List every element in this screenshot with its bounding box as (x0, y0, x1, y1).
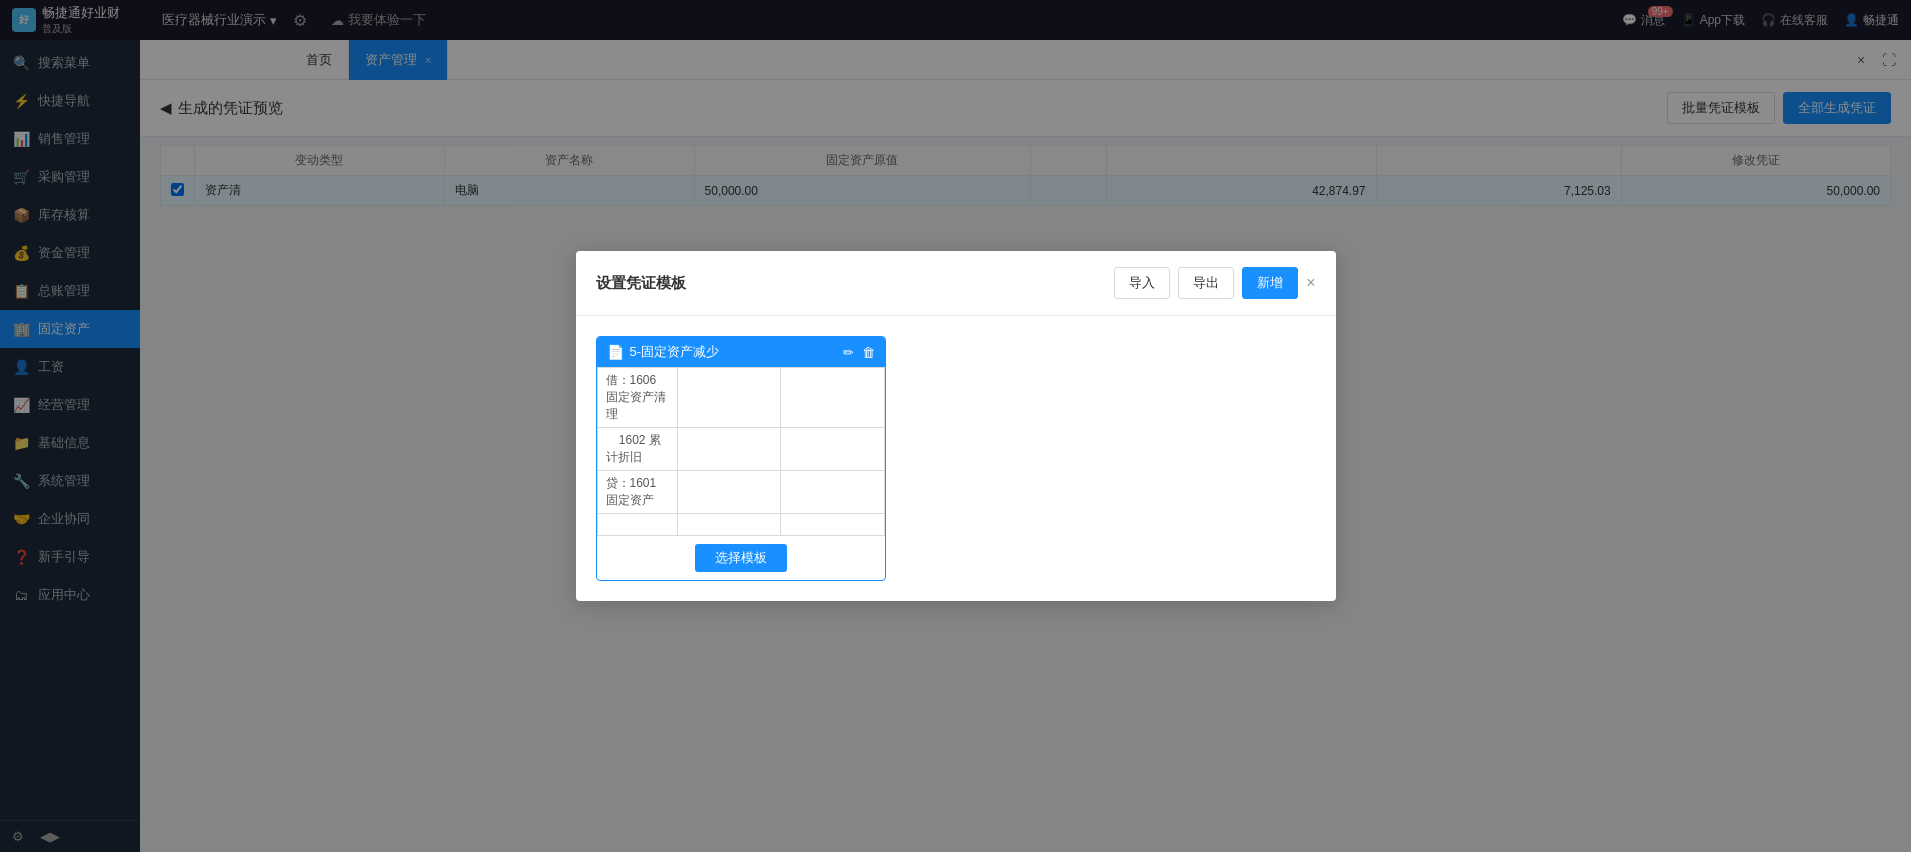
modal-dialog: 设置凭证模板 导入 导出 新增 × 📄 5-固定资产减少 ✏ 🗑 (576, 251, 1336, 601)
template-row-1-col2 (677, 368, 781, 428)
template-delete-btn[interactable]: 🗑 (862, 345, 875, 360)
template-card: 📄 5-固定资产减少 ✏ 🗑 借：1606 固定资产清理 (596, 336, 886, 581)
modal-body: 📄 5-固定资产减少 ✏ 🗑 借：1606 固定资产清理 (576, 316, 1336, 601)
template-row-2-col3 (781, 428, 885, 471)
template-row-3-label: 贷：1601 固定资产 (597, 471, 677, 514)
template-card-header-left: 📄 5-固定资产减少 (607, 343, 720, 361)
template-row-3-col2 (677, 471, 781, 514)
template-edit-btn[interactable]: ✏ (843, 345, 854, 360)
template-row-3: 贷：1601 固定资产 (597, 471, 884, 514)
template-table: 借：1606 固定资产清理 1602 累计折旧 贷：1601 固定资产 (597, 367, 885, 536)
template-row-3-col3 (781, 471, 885, 514)
modal-action-buttons: 导入 导出 新增 × (1114, 267, 1315, 299)
export-btn[interactable]: 导出 (1178, 267, 1234, 299)
template-title: 5-固定资产减少 (630, 343, 720, 361)
template-row-1: 借：1606 固定资产清理 (597, 368, 884, 428)
template-card-header: 📄 5-固定资产减少 ✏ 🗑 (597, 337, 885, 367)
modal-title: 设置凭证模板 (596, 274, 686, 293)
template-row-1-label: 借：1606 固定资产清理 (597, 368, 677, 428)
template-row-4-label (597, 514, 677, 536)
select-template-btn[interactable]: 选择模板 (695, 544, 787, 572)
template-row-1-col3 (781, 368, 885, 428)
template-row-4-col3 (781, 514, 885, 536)
template-row-2-label: 1602 累计折旧 (597, 428, 677, 471)
template-row-4 (597, 514, 884, 536)
template-row-2-col2 (677, 428, 781, 471)
template-doc-icon: 📄 (607, 344, 624, 360)
template-footer: 选择模板 (597, 536, 885, 580)
modal-close-btn[interactable]: × (1306, 267, 1315, 299)
template-row-2: 1602 累计折旧 (597, 428, 884, 471)
template-row-4-col2 (677, 514, 781, 536)
import-btn[interactable]: 导入 (1114, 267, 1170, 299)
new-btn[interactable]: 新增 (1242, 267, 1298, 299)
modal-overlay[interactable]: 设置凭证模板 导入 导出 新增 × 📄 5-固定资产减少 ✏ 🗑 (0, 0, 1911, 852)
modal-header: 设置凭证模板 导入 导出 新增 × (576, 251, 1336, 316)
template-card-actions: ✏ 🗑 (843, 345, 875, 360)
